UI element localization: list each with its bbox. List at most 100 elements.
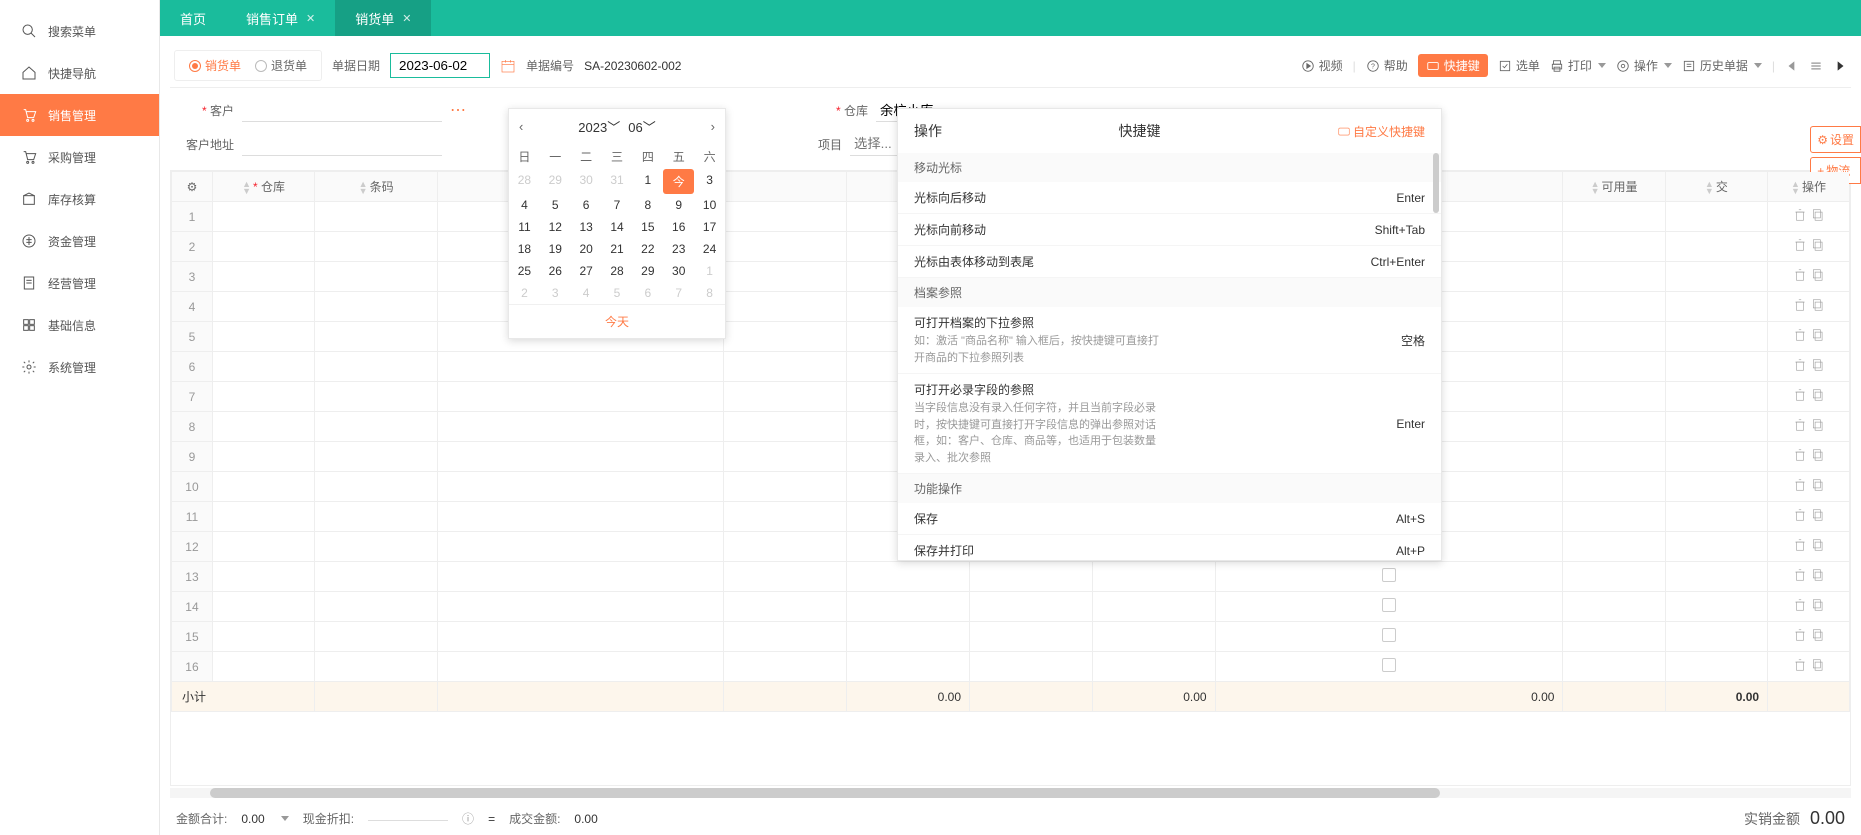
- cell[interactable]: [1563, 442, 1665, 472]
- tab-sales-invoice[interactable]: 销货单✕: [335, 0, 431, 36]
- cal-day[interactable]: 28: [602, 260, 633, 282]
- cal-day[interactable]: 26: [540, 260, 571, 282]
- sidebar-item-sales[interactable]: 销售管理: [0, 94, 159, 136]
- cell[interactable]: [1665, 382, 1767, 412]
- cell[interactable]: [1563, 322, 1665, 352]
- col-header[interactable]: ▲▼* 仓库: [212, 172, 314, 202]
- cell[interactable]: [212, 622, 314, 652]
- cell[interactable]: [438, 562, 724, 592]
- cell[interactable]: [724, 562, 847, 592]
- h-scrollbar[interactable]: [170, 788, 1851, 798]
- cell[interactable]: [1768, 202, 1850, 232]
- h-scrollbar-thumb[interactable]: [210, 788, 1440, 798]
- delete-icon[interactable]: [1793, 328, 1807, 342]
- cell[interactable]: [1768, 382, 1850, 412]
- cal-day[interactable]: 17: [694, 216, 725, 238]
- cell[interactable]: [212, 412, 314, 442]
- copy-icon[interactable]: [1811, 388, 1825, 402]
- cal-day[interactable]: 8: [632, 194, 663, 216]
- delete-icon[interactable]: [1793, 478, 1807, 492]
- cell[interactable]: [315, 502, 438, 532]
- delete-icon[interactable]: [1793, 568, 1807, 582]
- cal-day[interactable]: 14: [602, 216, 633, 238]
- cell[interactable]: [1563, 652, 1665, 682]
- cell[interactable]: [970, 592, 1093, 622]
- cell[interactable]: [1563, 412, 1665, 442]
- delete-icon[interactable]: [1793, 358, 1807, 372]
- cell[interactable]: [1665, 232, 1767, 262]
- cell[interactable]: [1665, 532, 1767, 562]
- cell[interactable]: [212, 562, 314, 592]
- cal-day-other[interactable]: 31: [602, 169, 633, 194]
- cell[interactable]: [1768, 622, 1850, 652]
- cell[interactable]: [724, 412, 847, 442]
- calendar-icon[interactable]: [500, 58, 516, 74]
- copy-icon[interactable]: [1811, 418, 1825, 432]
- date-input[interactable]: [390, 53, 490, 78]
- cell[interactable]: [1768, 412, 1850, 442]
- cal-day[interactable]: 18: [509, 238, 540, 260]
- col-header[interactable]: ▲▼条码: [315, 172, 438, 202]
- sidebar-item-quick-nav[interactable]: 快捷导航: [0, 52, 159, 94]
- copy-icon[interactable]: [1811, 358, 1825, 372]
- cell[interactable]: [1768, 652, 1850, 682]
- cell[interactable]: [315, 622, 438, 652]
- cell[interactable]: [212, 292, 314, 322]
- cell[interactable]: [438, 412, 724, 442]
- cell[interactable]: [1768, 322, 1850, 352]
- cell[interactable]: [212, 322, 314, 352]
- custom-shortcut-button[interactable]: 自定义快捷键: [1337, 123, 1425, 140]
- address-input[interactable]: [242, 132, 442, 156]
- cell[interactable]: [438, 622, 724, 652]
- cell[interactable]: [1215, 592, 1563, 622]
- cell[interactable]: [1768, 232, 1850, 262]
- copy-icon[interactable]: [1811, 598, 1825, 612]
- cell[interactable]: [1563, 592, 1665, 622]
- cell[interactable]: [1768, 472, 1850, 502]
- cal-day[interactable]: 16: [663, 216, 694, 238]
- cal-day-other[interactable]: 28: [509, 169, 540, 194]
- col-header[interactable]: ▲▼操作: [1768, 172, 1850, 202]
- gear-column-icon[interactable]: ⚙: [172, 172, 213, 202]
- shortcut-button[interactable]: 快捷键: [1418, 54, 1488, 77]
- cell[interactable]: [1665, 322, 1767, 352]
- history-link[interactable]: 历史单据: [1682, 57, 1762, 74]
- cal-day[interactable]: 23: [663, 238, 694, 260]
- col-header[interactable]: [724, 172, 847, 202]
- next-doc-icon[interactable]: [1833, 59, 1847, 73]
- discount-input[interactable]: [368, 816, 448, 821]
- cell[interactable]: [315, 532, 438, 562]
- cell[interactable]: [724, 472, 847, 502]
- delete-icon[interactable]: [1793, 658, 1807, 672]
- copy-icon[interactable]: [1811, 628, 1825, 642]
- cell[interactable]: [847, 652, 970, 682]
- cal-day[interactable]: 7: [602, 194, 633, 216]
- sidebar-item-inventory[interactable]: 库存核算: [0, 178, 159, 220]
- cell[interactable]: [724, 202, 847, 232]
- cell[interactable]: [1215, 652, 1563, 682]
- cell[interactable]: [438, 382, 724, 412]
- cell[interactable]: [315, 382, 438, 412]
- cell[interactable]: [1768, 262, 1850, 292]
- cell[interactable]: [970, 562, 1093, 592]
- delete-icon[interactable]: [1793, 598, 1807, 612]
- copy-icon[interactable]: [1811, 478, 1825, 492]
- cell[interactable]: [724, 502, 847, 532]
- cell[interactable]: [315, 472, 438, 502]
- cal-day[interactable]: 15: [632, 216, 663, 238]
- cell[interactable]: [212, 382, 314, 412]
- customer-input[interactable]: [242, 98, 442, 122]
- print-link[interactable]: 打印: [1550, 57, 1606, 74]
- cal-next-icon[interactable]: ›: [711, 119, 715, 134]
- cell[interactable]: [438, 352, 724, 382]
- cal-day-other[interactable]: 2: [509, 282, 540, 304]
- cell[interactable]: [1092, 592, 1215, 622]
- scrollbar-thumb[interactable]: [1433, 153, 1439, 213]
- delete-icon[interactable]: [1793, 298, 1807, 312]
- cell[interactable]: [1563, 622, 1665, 652]
- checkbox[interactable]: [1382, 598, 1396, 612]
- cell[interactable]: [212, 652, 314, 682]
- cell[interactable]: [724, 232, 847, 262]
- cell[interactable]: [1563, 202, 1665, 232]
- more-icon[interactable]: ⋯: [450, 100, 468, 120]
